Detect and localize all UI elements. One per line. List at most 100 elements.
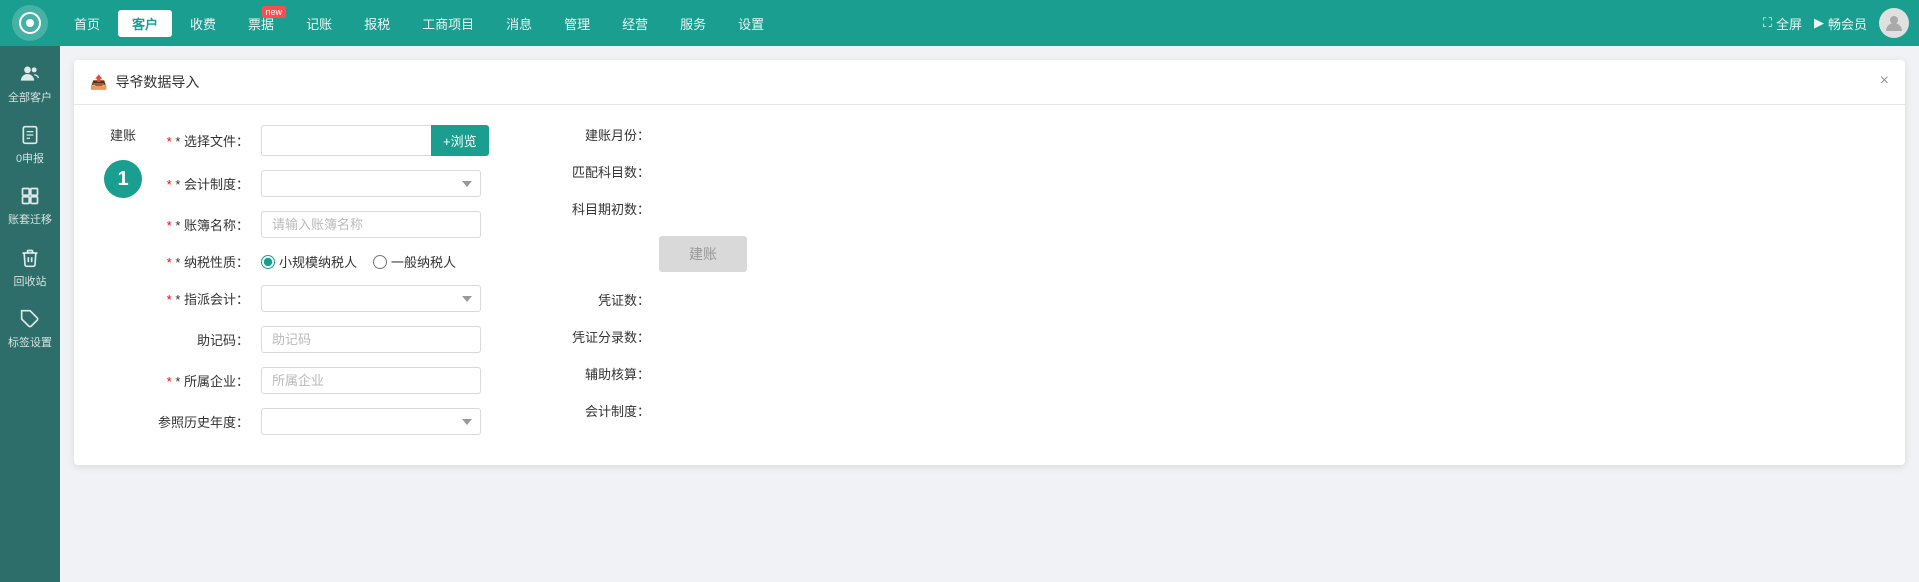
company-row [261, 367, 538, 394]
sidebar-item-migration[interactable]: 账套迁移 [3, 178, 57, 235]
nav-right-area: ⛶ 全屏 ▶ 畅会员 [1763, 8, 1909, 38]
nav-item-settings[interactable]: 设置 [724, 10, 778, 37]
nav-item-business[interactable]: 工商项目 [408, 10, 488, 37]
step-number: 1 [104, 160, 142, 198]
tax-type-label: * 纳税性质： [158, 252, 253, 271]
dialog-header: 📤 导爷数据导入 × [74, 60, 1905, 105]
form-grid: * 选择文件： +浏览 * 会计制度： [158, 125, 538, 435]
memo-label: 助记码： [158, 330, 253, 349]
sidebar-recycle-label: 回收站 [14, 276, 47, 289]
nav-item-operation[interactable]: 经营 [608, 10, 662, 37]
tax-radio-group: 小规模纳税人 一般纳税人 [261, 252, 456, 271]
sidebar: 全部客户 0申报 账套迁移 [0, 46, 60, 582]
sidebar-tags-label: 标签设置 [8, 337, 52, 350]
nav-item-message[interactable]: 消息 [492, 10, 546, 37]
close-icon[interactable]: × [1880, 72, 1889, 90]
info-accounting-system-row: 会计制度： [568, 401, 658, 420]
dialog-card: 📤 导爷数据导入 × 建账 1 [74, 60, 1905, 465]
memo-row [261, 326, 538, 353]
browse-button[interactable]: +浏览 [431, 125, 489, 156]
main-layout: 全部客户 0申报 账套迁移 [0, 46, 1919, 582]
history-year-label: 参照历史年度： [158, 412, 253, 431]
nav-item-bookkeeping[interactable]: 记账 [292, 10, 346, 37]
main-content: 📤 导爷数据导入 × 建账 1 [60, 46, 1919, 582]
company-input[interactable] [261, 367, 481, 394]
fullscreen-button[interactable]: ⛶ 全屏 [1763, 14, 1802, 33]
accountant-select[interactable] [261, 285, 481, 312]
tax-type-row: 小规模纳税人 一般纳税人 [261, 252, 538, 271]
tag-icon [20, 309, 40, 334]
form-area: 建账 1 * 选择文件： +浏览 [104, 125, 838, 435]
small-taxpayer-label: 小规模纳税人 [279, 252, 357, 271]
memo-input[interactable] [261, 326, 481, 353]
sidebar-item-recycle[interactable]: 回收站 [3, 240, 57, 297]
vouchers-row: 凭证数： [568, 290, 658, 309]
nav-item-fees[interactable]: 收费 [176, 10, 230, 37]
dialog-title: 导爷数据导入 [115, 72, 199, 92]
fullscreen-icon: ⛶ [1763, 15, 1772, 31]
sidebar-item-tags[interactable]: 标签设置 [3, 301, 57, 358]
sidebar-declaration-label: 0申报 [16, 153, 44, 166]
migration-icon [20, 186, 40, 211]
nav-item-service[interactable]: 服务 [666, 10, 720, 37]
left-form: 建账 1 * 选择文件： +浏览 [104, 125, 538, 435]
match-subjects-label: 匹配科目数： [568, 162, 658, 181]
company-label: * 所属企业： [158, 371, 253, 390]
nav-item-customer[interactable]: 客户 [118, 10, 172, 37]
top-navigation: 首页 客户 收费 票据 new 记账 报税 工商项目 消息 管理 经营 服务 设… [0, 0, 1919, 46]
auxiliary-label: 辅助核算： [568, 364, 658, 383]
vip-icon: ▶ [1814, 15, 1824, 31]
sidebar-item-all-customers[interactable]: 全部客户 [3, 56, 57, 113]
file-input[interactable] [261, 125, 431, 156]
build-month-row: 建账月份： [568, 125, 658, 144]
vip-button[interactable]: ▶ 畅会员 [1814, 14, 1867, 33]
small-taxpayer-radio[interactable] [261, 255, 275, 269]
ledger-name-row [261, 211, 538, 238]
right-info-area: 建账月份： 匹配科目数： 科目期初数： 建账 [538, 125, 838, 435]
build-account-button[interactable]: 建账 [659, 236, 747, 272]
accounting-system-row [261, 170, 538, 197]
auxiliary-row: 辅助核算： [568, 364, 658, 383]
history-year-select[interactable] [261, 408, 481, 435]
subjects-initial-row: 科目期初数： [568, 199, 658, 218]
trash-icon [20, 248, 40, 273]
dialog-body: 建账 1 * 选择文件： +浏览 [74, 105, 1905, 465]
sidebar-all-customers-label: 全部客户 [8, 92, 52, 105]
ledger-name-input[interactable] [261, 211, 481, 238]
user-group-icon [20, 64, 40, 89]
step-text: 建账 [110, 125, 136, 144]
step-indicator: 建账 1 [104, 125, 142, 198]
nav-item-invoice[interactable]: 票据 new [234, 10, 288, 37]
voucher-entries-row: 凭证分录数： [568, 327, 658, 346]
app-logo [10, 3, 50, 43]
general-taxpayer-option[interactable]: 一般纳税人 [373, 252, 456, 271]
ledger-name-label: * 账簿名称： [158, 215, 253, 234]
subjects-initial-label: 科目期初数： [568, 199, 658, 218]
match-subjects-row: 匹配科目数： [568, 162, 658, 181]
accounting-system-label: * 会计制度： [158, 174, 253, 193]
declaration-icon [20, 125, 40, 150]
nav-menu: 首页 客户 收费 票据 new 记账 报税 工商项目 消息 管理 经营 服务 设… [60, 10, 1763, 37]
general-taxpayer-radio[interactable] [373, 255, 387, 269]
accounting-system-select[interactable] [261, 170, 481, 197]
file-input-group: +浏览 [261, 125, 489, 156]
general-taxpayer-label: 一般纳税人 [391, 252, 456, 271]
import-icon: 📤 [90, 74, 107, 91]
vouchers-label: 凭证数： [568, 290, 658, 309]
nav-item-tax[interactable]: 报税 [350, 10, 404, 37]
nav-item-home[interactable]: 首页 [60, 10, 114, 37]
info-accounting-system-label: 会计制度： [568, 401, 658, 420]
user-avatar[interactable] [1879, 8, 1909, 38]
small-taxpayer-option[interactable]: 小规模纳税人 [261, 252, 357, 271]
accountant-row [261, 285, 538, 312]
accountant-label: * 指派会计： [158, 289, 253, 308]
sidebar-migration-label: 账套迁移 [8, 214, 52, 227]
sidebar-item-declaration[interactable]: 0申报 [3, 117, 57, 174]
history-year-row [261, 408, 538, 435]
build-month-label: 建账月份： [568, 125, 658, 144]
new-badge: new [262, 6, 287, 18]
nav-item-manage[interactable]: 管理 [550, 10, 604, 37]
voucher-entries-label: 凭证分录数： [568, 327, 658, 346]
file-label: * 选择文件： [158, 131, 253, 150]
file-row: +浏览 [261, 125, 538, 156]
